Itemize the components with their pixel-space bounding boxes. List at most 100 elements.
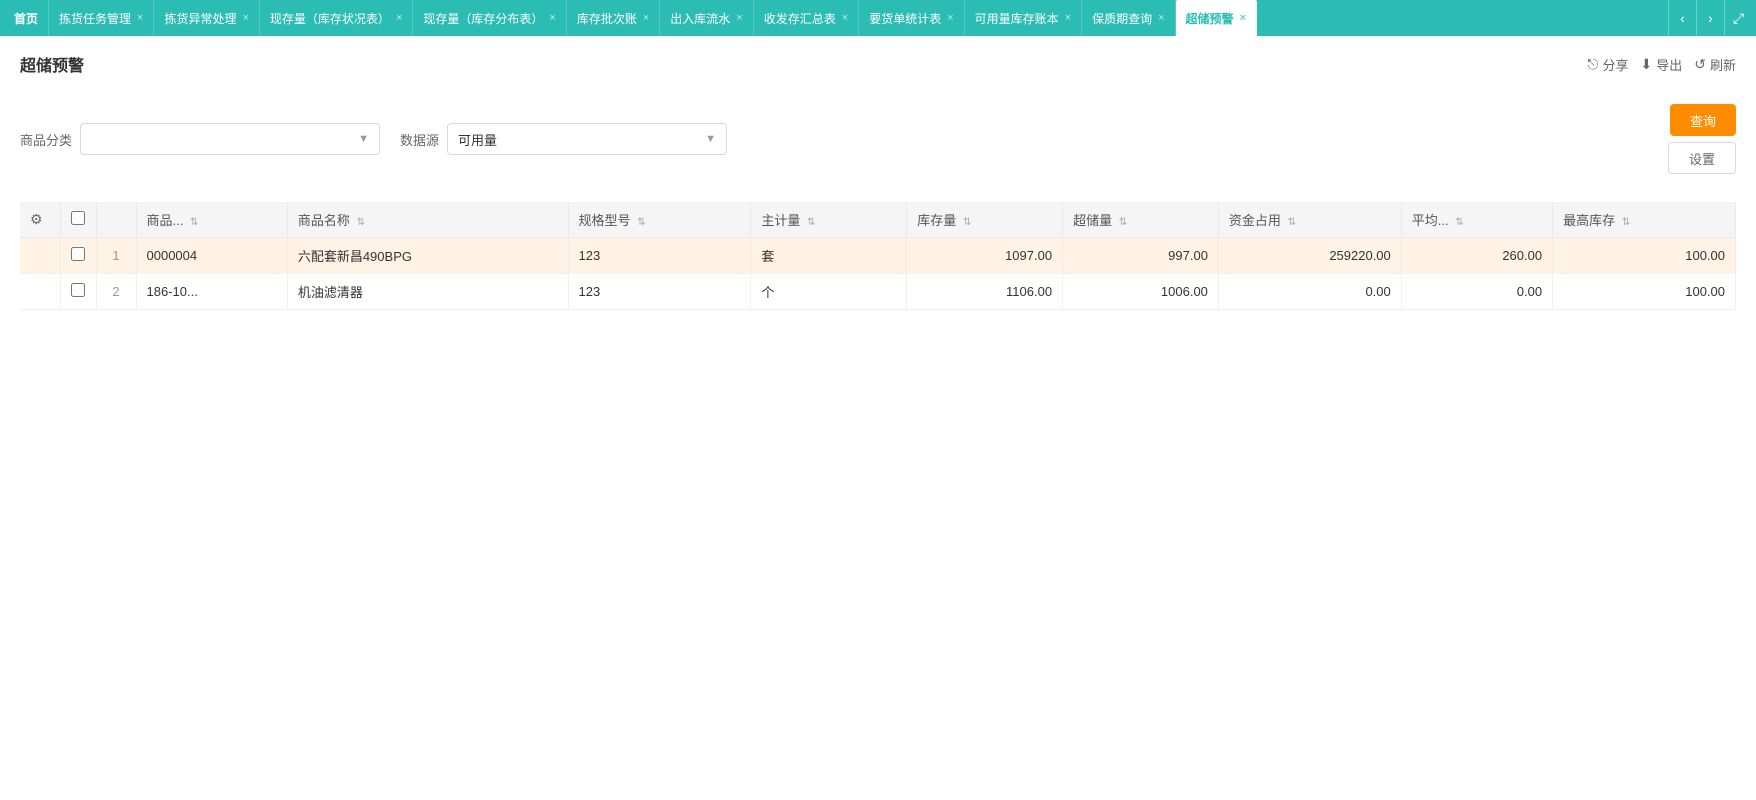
cell-avg-0: 260.00 <box>1401 238 1552 274</box>
close-tab-batch-account[interactable]: × <box>643 12 649 24</box>
close-tab-exception[interactable]: × <box>242 12 248 24</box>
select-all-checkbox[interactable] <box>71 211 85 225</box>
col-header-capital[interactable]: 资金占用 ⇅ <box>1218 202 1401 238</box>
data-table: ⚙ 商品... ⇅ 商品名称 ⇅ 规格型号 ⇅ <box>20 202 1736 310</box>
nav-tab-overstock-alert[interactable]: 超储预警 × <box>1176 0 1257 36</box>
cell-capital-1: 0.00 <box>1218 274 1401 310</box>
datasource-select-value: 可用量 <box>458 130 497 149</box>
nav-tab-available-account[interactable]: 可用量库存账本 × <box>965 0 1082 36</box>
cell-overstock-0: 997.00 <box>1063 238 1219 274</box>
action-buttons: 查询 设置 <box>1668 104 1736 174</box>
cell-rownum-0: 1 <box>96 238 136 274</box>
sort-icon-product-code: ⇅ <box>190 217 198 228</box>
col-header-max-stock[interactable]: 最高库存 ⇅ <box>1553 202 1736 238</box>
nav-tab-task-mgmt[interactable]: 拣货任务管理 × <box>49 0 154 36</box>
col-header-unit[interactable]: 主计量 ⇅ <box>751 202 907 238</box>
cell-unit-1: 个 <box>751 274 907 310</box>
main-content: 超储预警 ⎋ 分享 ⬇ 导出 ↺ 刷新 商品分类 ▼ 数据源 <box>0 36 1756 800</box>
col-header-gear[interactable]: ⚙ <box>20 202 60 238</box>
sort-icon-spec: ⇅ <box>637 217 645 228</box>
refresh-button[interactable]: ↺ 刷新 <box>1694 55 1736 74</box>
sort-icon-unit: ⇅ <box>807 217 815 228</box>
export-icon: ⬇ <box>1641 56 1653 73</box>
cell-overstock-1: 1006.00 <box>1063 274 1219 310</box>
category-filter: 商品分类 ▼ <box>20 123 380 155</box>
chevron-down-icon-2: ▼ <box>705 133 716 145</box>
nav-next-button[interactable]: › <box>1696 0 1724 36</box>
close-tab-inventory-dist[interactable]: × <box>549 12 555 24</box>
settings-button[interactable]: 设置 <box>1668 142 1736 174</box>
nav-arrows: ‹ › ⤢ <box>1668 0 1752 36</box>
sort-icon-max-stock: ⇅ <box>1622 217 1630 228</box>
col-header-spec[interactable]: 规格型号 ⇅ <box>568 202 751 238</box>
sort-icon-overstock: ⇅ <box>1119 217 1127 228</box>
cell-gear-1 <box>20 274 60 310</box>
table-header-row: ⚙ 商品... ⇅ 商品名称 ⇅ 规格型号 ⇅ <box>20 202 1736 238</box>
nav-expand-button[interactable]: ⤢ <box>1724 0 1752 36</box>
gear-icon[interactable]: ⚙ <box>30 211 43 227</box>
cell-rownum-1: 2 <box>96 274 136 310</box>
nav-tab-quality-check[interactable]: 保质期查询 × <box>1082 0 1175 36</box>
table-row: 2 186-10... 机油滤清器 123 个 1106.00 1006.00 … <box>20 274 1736 310</box>
page-header: 超储预警 ⎋ 分享 ⬇ 导出 ↺ 刷新 <box>20 52 1736 76</box>
top-nav: 首页 拣货任务管理 × 拣货异常处理 × 现存量（库存状况表） × 现存量（库存… <box>0 0 1756 36</box>
header-actions: ⎋ 分享 ⬇ 导出 ↺ 刷新 <box>1587 55 1736 74</box>
nav-prev-button[interactable]: ‹ <box>1668 0 1696 36</box>
close-tab-quality-check[interactable]: × <box>1158 12 1164 24</box>
cell-checkbox-0[interactable] <box>60 238 96 274</box>
close-tab-available-account[interactable]: × <box>1065 12 1071 24</box>
cell-gear-0 <box>20 238 60 274</box>
col-header-overstock[interactable]: 超储量 ⇅ <box>1063 202 1219 238</box>
col-header-product-name[interactable]: 商品名称 ⇅ <box>287 202 568 238</box>
nav-tab-batch-account[interactable]: 库存批次账 × <box>567 0 660 36</box>
nav-tab-order-stats[interactable]: 要货单统计表 × <box>859 0 964 36</box>
sort-icon-stock: ⇅ <box>963 217 971 228</box>
cell-stock-0: 1097.00 <box>907 238 1063 274</box>
query-button[interactable]: 查询 <box>1670 104 1736 136</box>
share-button[interactable]: ⎋ 分享 <box>1587 55 1628 74</box>
close-tab-inventory-status[interactable]: × <box>396 12 402 24</box>
page-title: 超储预警 <box>20 52 84 76</box>
category-select[interactable]: ▼ <box>80 123 380 155</box>
datasource-select[interactable]: 可用量 ▼ <box>447 123 727 155</box>
cell-spec-1: 123 <box>568 274 751 310</box>
sort-icon-avg: ⇅ <box>1455 217 1463 228</box>
cell-max-stock-0: 100.00 <box>1553 238 1736 274</box>
row-checkbox-1[interactable] <box>71 283 85 297</box>
close-tab-order-stats[interactable]: × <box>947 12 953 24</box>
col-header-checkbox[interactable] <box>60 202 96 238</box>
close-tab-task-mgmt[interactable]: × <box>137 12 143 24</box>
sort-icon-capital: ⇅ <box>1288 217 1296 228</box>
cell-checkbox-1[interactable] <box>60 274 96 310</box>
datasource-filter: 数据源 可用量 ▼ <box>400 123 727 155</box>
row-checkbox-0[interactable] <box>71 247 85 261</box>
cell-product-code-0: 0000004 <box>136 238 287 274</box>
datasource-label: 数据源 <box>400 130 439 149</box>
nav-tab-recv-send[interactable]: 收发存汇总表 × <box>754 0 859 36</box>
col-header-stock[interactable]: 库存量 ⇅ <box>907 202 1063 238</box>
cell-capital-0: 259220.00 <box>1218 238 1401 274</box>
share-icon: ⎋ <box>1587 56 1598 73</box>
table-row: 1 0000004 六配套新昌490BPG 123 套 1097.00 997.… <box>20 238 1736 274</box>
refresh-icon: ↺ <box>1694 56 1706 73</box>
cell-unit-0: 套 <box>751 238 907 274</box>
cell-spec-0: 123 <box>568 238 751 274</box>
col-header-product-code[interactable]: 商品... ⇅ <box>136 202 287 238</box>
category-label: 商品分类 <box>20 130 72 149</box>
nav-tab-home[interactable]: 首页 <box>4 0 49 36</box>
close-tab-overstock-alert[interactable]: × <box>1240 12 1246 24</box>
col-header-avg[interactable]: 平均... ⇅ <box>1401 202 1552 238</box>
nav-tab-exception[interactable]: 拣货异常处理 × <box>154 0 259 36</box>
close-tab-recv-send[interactable]: × <box>842 12 848 24</box>
sort-icon-product-name: ⇅ <box>356 217 364 228</box>
chevron-down-icon: ▼ <box>358 133 369 145</box>
nav-tab-inventory-dist[interactable]: 现存量（库存分布表） × <box>413 0 566 36</box>
nav-tab-inout-flow[interactable]: 出入库流水 × <box>660 0 753 36</box>
cell-product-code-1: 186-10... <box>136 274 287 310</box>
filter-bar: 商品分类 ▼ 数据源 可用量 ▼ 查询 设置 <box>20 92 1736 186</box>
cell-max-stock-1: 100.00 <box>1553 274 1736 310</box>
nav-tab-inventory-status[interactable]: 现存量（库存状况表） × <box>260 0 413 36</box>
cell-product-name-1: 机油滤清器 <box>287 274 568 310</box>
close-tab-inout-flow[interactable]: × <box>736 12 742 24</box>
export-button[interactable]: ⬇ 导出 <box>1641 55 1683 74</box>
